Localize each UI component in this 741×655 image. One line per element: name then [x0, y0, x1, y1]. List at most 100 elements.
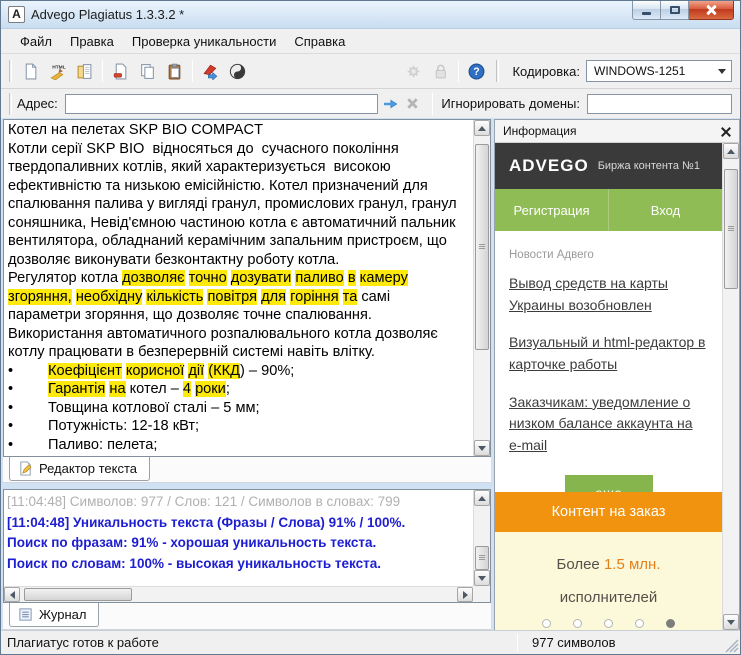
scrollbar-thumb[interactable] [475, 546, 489, 570]
arrow-up-icon [727, 148, 735, 154]
tab-label: Журнал [39, 607, 87, 622]
encoding-select[interactable]: WINDOWS-1251 [586, 60, 732, 82]
news-link[interactable]: Визуальный и html-редактор в карточке ра… [509, 332, 708, 375]
clear-address-button[interactable] [401, 93, 424, 115]
lock-icon [436, 64, 447, 78]
go-button[interactable] [378, 93, 401, 115]
check-uniqueness-button[interactable] [197, 58, 224, 84]
scroll-down-button[interactable] [474, 570, 490, 586]
scrollbar-thumb[interactable] [24, 588, 132, 601]
toolbar-grip [9, 60, 12, 82]
log-vertical-scrollbar[interactable] [473, 490, 490, 586]
app-window: A Advego Plagiatus 1.3.3.2 * Файл Правка… [0, 0, 741, 655]
help-button[interactable]: ? [463, 58, 490, 84]
open-text-icon [77, 63, 92, 79]
menu-file[interactable]: Файл [11, 31, 61, 52]
counter-suffix: исполнителей [559, 589, 658, 606]
editor-pane: Котел на пелетах SKP BIO COMPACT Котли се… [3, 119, 491, 457]
status-message: Плагиатус готов к работе [7, 635, 159, 650]
toolbar: HTML ? Кодировка: WINDOWS-1251 [1, 54, 740, 89]
close-button[interactable] [689, 1, 734, 20]
cut-button[interactable] [107, 58, 134, 84]
scroll-up-button[interactable] [723, 143, 739, 159]
scroll-up-button[interactable] [474, 120, 490, 136]
counter-value: 1.5 млн. [603, 556, 661, 573]
maximize-button[interactable] [661, 1, 689, 20]
lock-button[interactable] [427, 58, 454, 84]
maximize-icon [669, 6, 680, 14]
window-title: Advego Plagiatus 1.3.3.2 * [31, 7, 185, 22]
log-line-stats: [11:04:48] Символов: 977 / Слов: 121 / С… [7, 494, 401, 509]
go-arrow-icon [383, 99, 398, 108]
ignore-domains-input[interactable] [587, 93, 732, 114]
editor-tab-strip: Редактор текста [3, 457, 491, 483]
arrow-down-icon [727, 619, 735, 625]
new-document-button[interactable] [17, 58, 44, 84]
resize-grip-icon[interactable] [724, 638, 740, 654]
content-order-banner[interactable]: Контент на заказ [495, 492, 722, 532]
scroll-down-button[interactable] [474, 440, 490, 456]
news-label: Новости Адвего [509, 249, 594, 261]
log-text[interactable]: [11:04:48] Символов: 977 / Слов: 121 / С… [4, 490, 473, 586]
tab-journal[interactable]: Журнал [9, 603, 100, 627]
panel-vertical-scrollbar[interactable] [722, 143, 739, 630]
main-content: Котел на пелетах SKP BIO COMPACT Котли се… [1, 118, 740, 632]
clear-html-icon: HTML [50, 64, 66, 80]
scroll-right-button[interactable] [457, 587, 473, 602]
counter-prefix: Более [556, 556, 600, 573]
new-document-icon [25, 63, 37, 79]
editor-vertical-scrollbar[interactable] [473, 120, 490, 456]
paste-button[interactable] [161, 58, 188, 84]
log-pane: [11:04:48] Символов: 977 / Слов: 121 / С… [3, 489, 491, 603]
svg-text:?: ? [474, 66, 480, 78]
scrollbar-thumb[interactable] [475, 144, 489, 350]
check-uniqueness-icon [203, 64, 218, 80]
arrow-left-icon [9, 590, 15, 599]
deep-check-button[interactable] [224, 58, 251, 84]
menu-edit[interactable]: Правка [61, 31, 123, 52]
deep-check-icon [229, 63, 246, 79]
minimize-button[interactable] [632, 1, 661, 20]
settings-gear-icon [407, 64, 421, 78]
carousel-dots [495, 619, 722, 628]
encoding-value: WINDOWS-1251 [594, 64, 686, 78]
scroll-up-button[interactable] [474, 490, 490, 506]
toolbar-separator [192, 60, 193, 82]
scroll-left-button[interactable] [4, 587, 20, 602]
scroll-down-button[interactable] [723, 614, 739, 630]
address-bar: Адрес: Игнорировать домены: [1, 89, 740, 118]
window-controls [632, 1, 734, 20]
toolbar-separator [102, 60, 103, 82]
clear-html-button[interactable]: HTML [44, 58, 71, 84]
copy-button[interactable] [134, 58, 161, 84]
log-horizontal-scrollbar[interactable] [4, 586, 473, 602]
more-news-button[interactable]: еще [564, 474, 653, 492]
carousel-dot[interactable] [635, 619, 644, 628]
panel-close-icon[interactable] [720, 126, 731, 137]
open-text-button[interactable] [71, 58, 98, 84]
carousel-dot[interactable] [542, 619, 551, 628]
tab-text-editor[interactable]: Редактор текста [9, 457, 150, 481]
register-button[interactable]: Регистрация [495, 189, 609, 231]
svg-text:HTML: HTML [52, 64, 66, 70]
advego-tagline: Биржа контента №1 [597, 160, 700, 172]
menu-help[interactable]: Справка [285, 31, 354, 52]
news-link[interactable]: Заказчикам: уведомление о низком балансе… [509, 392, 708, 457]
settings-button[interactable] [400, 58, 427, 84]
ignore-domains-label: Игнорировать домены: [441, 96, 580, 111]
news-section: Новости Адвего Вывод средств на карты Ук… [495, 231, 722, 492]
address-input[interactable] [64, 93, 379, 114]
tab-label: Редактор текста [39, 461, 137, 476]
carousel-dot[interactable] [604, 619, 613, 628]
arrow-up-icon [478, 125, 486, 131]
news-link[interactable]: Вывод средств на карты Украины возобновл… [509, 273, 708, 316]
carousel-dot[interactable] [666, 619, 675, 628]
menu-check-uniqueness[interactable]: Проверка уникальности [123, 31, 285, 52]
arrow-up-icon [478, 495, 486, 501]
carousel-dot[interactable] [573, 619, 582, 628]
editor-text[interactable]: Котел на пелетах SKP BIO COMPACT Котли се… [4, 120, 473, 456]
scrollbar-thumb[interactable] [724, 169, 738, 289]
performers-counter: Более 1.5 млн. исполнителей [495, 532, 722, 630]
login-button[interactable]: Вход [609, 189, 722, 231]
minimize-icon [642, 11, 651, 15]
